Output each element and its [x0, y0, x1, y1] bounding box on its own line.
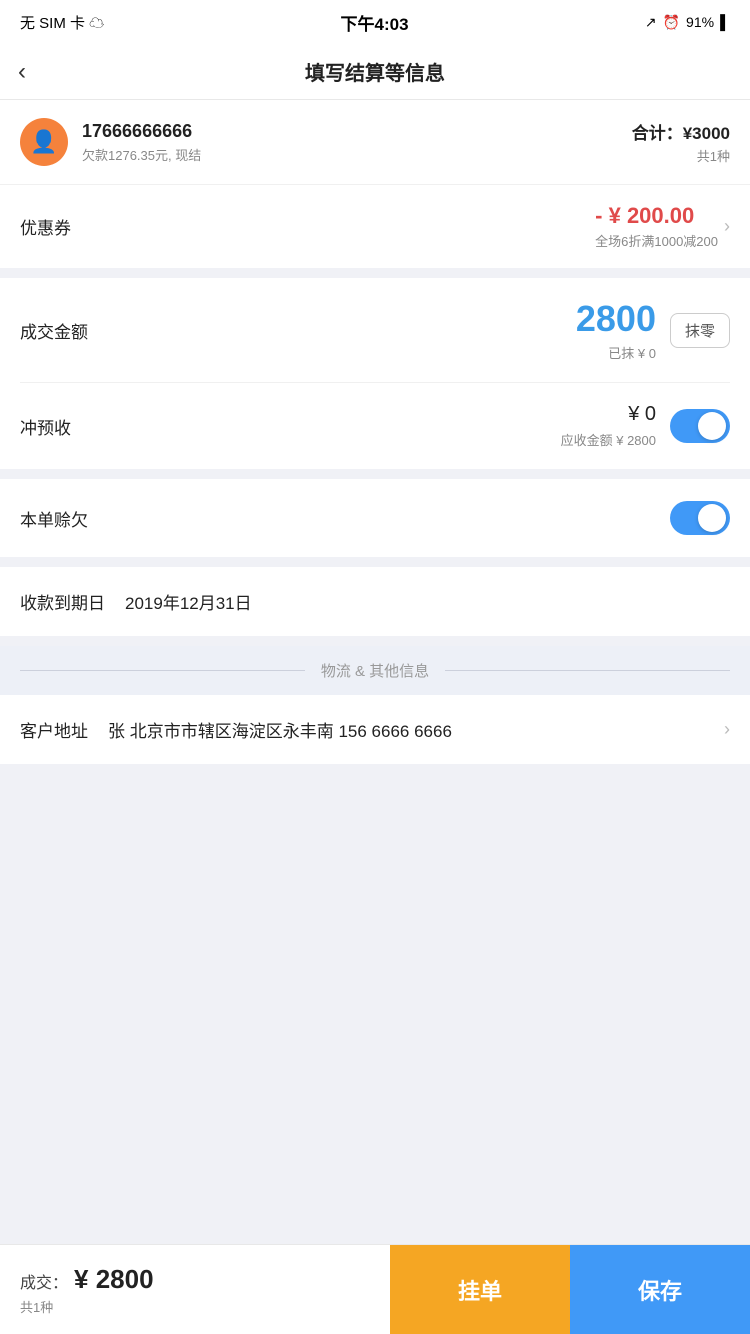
- hang-button[interactable]: 挂单: [390, 1245, 570, 1334]
- status-left: 无 SIM 卡 ☁: [20, 12, 104, 33]
- bottom-deal-value: ¥ 2800: [74, 1264, 154, 1295]
- address-chevron-icon: ›: [724, 719, 730, 740]
- deal-right: 2800 已抹 ¥ 0 抹零: [576, 298, 730, 362]
- status-bar: 无 SIM 卡 ☁ 下午4:03 ↗ ⏰ 91% ▌: [0, 0, 750, 44]
- user-details: 17666666666 欠款1276.35元, 现结: [82, 121, 201, 164]
- deal-sub: 已抹 ¥ 0: [576, 343, 656, 362]
- prepay-label: 冲预收: [20, 414, 71, 439]
- debt-section: 本单赊欠: [0, 479, 750, 557]
- content: 👤 17666666666 欠款1276.35元, 现结 合计：¥3000 共1…: [0, 100, 750, 934]
- address-row[interactable]: 客户地址 张 北京市市辖区海淀区永丰南 156 6666 6666 ›: [20, 695, 730, 764]
- bottom-deal-label: 成交：: [20, 1269, 68, 1293]
- user-info-card: 👤 17666666666 欠款1276.35元, 现结 合计：¥3000 共1…: [0, 100, 750, 268]
- coupon-discount: - ¥ 200.00: [595, 203, 718, 229]
- prepay-toggle[interactable]: [670, 409, 730, 443]
- duedate-value: 2019年12月31日: [125, 589, 252, 614]
- divider-line-right: [445, 670, 730, 671]
- debt-toggle[interactable]: [670, 501, 730, 535]
- duedate-label: 收款到期日: [20, 589, 105, 614]
- round-button[interactable]: 抹零: [670, 313, 730, 348]
- coupon-desc: 全场6折满1000减200: [595, 231, 718, 250]
- location-icon: ↗: [645, 14, 657, 31]
- save-button[interactable]: 保存: [570, 1245, 750, 1334]
- chevron-right-icon: ›: [724, 216, 730, 237]
- deal-label: 成交金额: [20, 318, 88, 343]
- debt-row: 本单赊欠: [20, 479, 730, 557]
- page-title: 填写结算等信息: [305, 57, 445, 86]
- coupon-label: 优惠券: [20, 214, 71, 239]
- debt-label: 本单赊欠: [20, 506, 88, 531]
- user-sub: 欠款1276.35元, 现结: [82, 145, 201, 164]
- user-left: 👤 17666666666 欠款1276.35元, 现结: [20, 118, 201, 166]
- coupon-info: - ¥ 200.00 全场6折满1000减200: [595, 203, 718, 250]
- sim-label: 无 SIM 卡 ☁: [20, 12, 104, 33]
- bottom-count: 共1种: [20, 1297, 370, 1316]
- battery-label: 91%: [686, 14, 714, 30]
- divider-text: 物流 & 其他信息: [321, 660, 429, 681]
- prepay-row: 冲预收 ¥ 0 应收金额 ¥ 2800: [20, 383, 730, 469]
- deal-amount-col: 2800 已抹 ¥ 0: [576, 298, 656, 362]
- divider-line-left: [20, 670, 305, 671]
- bottom-info: 成交： ¥ 2800 共1种: [0, 1264, 390, 1316]
- bottom-deal: 成交： ¥ 2800: [20, 1264, 370, 1295]
- total-count: 共1种: [632, 146, 730, 165]
- back-button[interactable]: ‹: [18, 58, 26, 86]
- deal-amount: 2800: [576, 298, 656, 339]
- status-time: 下午4:03: [341, 10, 409, 35]
- status-right: ↗ ⏰ 91% ▌: [645, 14, 730, 31]
- address-value: 张 北京市市辖区海淀区永丰南 156 6666 6666: [108, 717, 724, 742]
- avatar: 👤: [20, 118, 68, 166]
- address-label: 客户地址: [20, 717, 88, 742]
- prepay-amount: ¥ 0: [628, 403, 656, 426]
- bottom-bar: 成交： ¥ 2800 共1种 挂单 保存: [0, 1244, 750, 1334]
- logistics-divider: 物流 & 其他信息: [0, 646, 750, 695]
- prepay-sub: 应收金额 ¥ 2800: [561, 430, 656, 449]
- user-right: 合计：¥3000 共1种: [632, 119, 730, 165]
- address-section: 客户地址 张 北京市市辖区海淀区永丰南 156 6666 6666 ›: [0, 695, 750, 764]
- nav-bar: ‹ 填写结算等信息: [0, 44, 750, 100]
- battery-icon: ▌: [720, 14, 730, 30]
- coupon-row[interactable]: 优惠券 - ¥ 200.00 全场6折满1000减200 ›: [0, 184, 750, 268]
- prepay-right: ¥ 0 应收金额 ¥ 2800: [561, 403, 730, 449]
- user-phone: 17666666666: [82, 121, 201, 142]
- amount-section: 成交金额 2800 已抹 ¥ 0 抹零 冲预收 ¥ 0 应收金额 ¥ 2800: [0, 278, 750, 469]
- avatar-icon: 👤: [30, 129, 57, 155]
- gray-spacer: [0, 774, 750, 834]
- user-info-row: 👤 17666666666 欠款1276.35元, 现结 合计：¥3000 共1…: [0, 100, 750, 184]
- duedate-section: 收款到期日 2019年12月31日: [0, 567, 750, 636]
- total-value: 合计：¥3000: [632, 119, 730, 144]
- deal-amount-row: 成交金额 2800 已抹 ¥ 0 抹零: [20, 278, 730, 383]
- coupon-right: - ¥ 200.00 全场6折满1000减200 ›: [595, 203, 730, 250]
- prepay-amount-col: ¥ 0 应收金额 ¥ 2800: [561, 403, 656, 449]
- duedate-row: 收款到期日 2019年12月31日: [20, 567, 730, 636]
- alarm-icon: ⏰: [663, 14, 680, 31]
